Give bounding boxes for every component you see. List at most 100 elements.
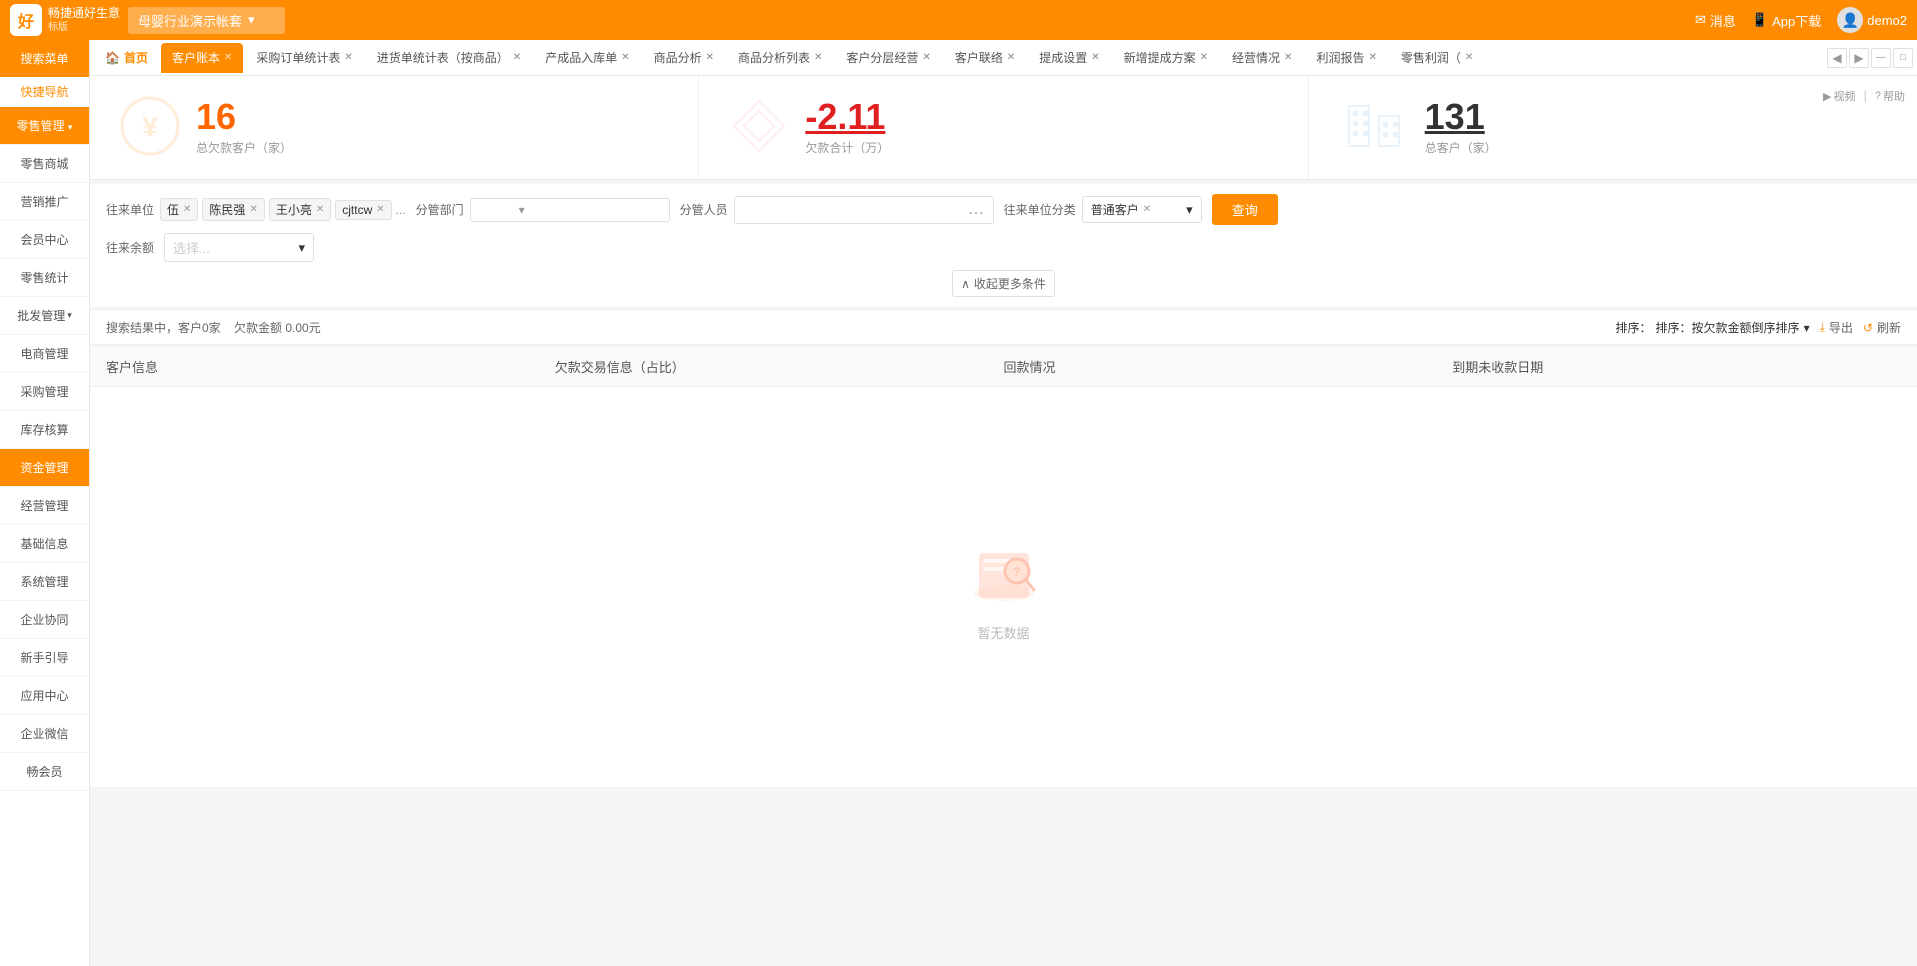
filter-bar: 往来单位 伍 ✕ 陈民强 ✕ 王小亮: [90, 184, 1917, 307]
collapse-row: ∧ 收起更多条件: [106, 270, 1901, 297]
tab-prev-button[interactable]: ◀: [1827, 48, 1847, 68]
staff-filter-label: 分管人员: [680, 201, 728, 218]
svg-text:?: ?: [1013, 565, 1020, 579]
sidebar-item-vip[interactable]: 畅会员: [0, 753, 89, 791]
tab-purchase-order[interactable]: 采购订单统计表 ✕: [245, 43, 363, 73]
sidebar-item-purchase[interactable]: 采购管理: [0, 373, 89, 411]
user-avatar-button[interactable]: 👤 demo2: [1837, 7, 1907, 33]
empty-illustration: ?: [959, 533, 1049, 613]
staff-select[interactable]: ...: [734, 196, 994, 224]
tab-product-analysis-list[interactable]: 商品分析列表 ✕: [727, 43, 833, 73]
sidebar-item-app-center[interactable]: 应用中心: [0, 677, 89, 715]
unit-tag-chen-close[interactable]: ✕: [249, 204, 257, 215]
tab-close-purchase[interactable]: ✕: [344, 52, 352, 63]
tab-customer-contact[interactable]: 客户联络 ✕: [944, 43, 1026, 73]
chevron-right-icon: ▾: [67, 310, 72, 321]
unit-tag-wu-close[interactable]: ✕: [183, 204, 191, 215]
results-info: 搜索结果中，客户0家 欠款金额 0.00元: [106, 319, 321, 336]
app-download-button[interactable]: 📱 App下载: [1752, 11, 1821, 30]
sidebar-item-inventory[interactable]: 库存核算: [0, 411, 89, 449]
help-button[interactable]: ? 帮助: [1875, 88, 1905, 104]
tab-promotion-settings[interactable]: 提成设置 ✕: [1028, 43, 1110, 73]
stat-value-area-3: 131 总客户（家）: [1425, 99, 1497, 156]
export-icon: ⤓: [1820, 320, 1825, 335]
category-select[interactable]: 普通客户 ✕ ▾: [1082, 196, 1202, 223]
account-name: 母婴行业演示帐套: [138, 11, 242, 30]
tab-inbound-stats[interactable]: 进货单统计表（按商品） ✕: [366, 43, 532, 73]
tab-new-promotion[interactable]: 新增提成方案 ✕: [1113, 43, 1219, 73]
stat-helpers: ▶ 视频 | ? 帮助: [1823, 88, 1905, 104]
sidebar-fast-nav[interactable]: 快捷导航: [0, 77, 89, 107]
sidebar-item-system[interactable]: 系统管理: [0, 563, 89, 601]
tab-product-analysis[interactable]: 商品分析 ✕: [643, 43, 725, 73]
refresh-button[interactable]: ↺ 刷新: [1863, 319, 1901, 336]
tab-profit-report[interactable]: 利润报告 ✕: [1305, 43, 1387, 73]
sidebar-item-member[interactable]: 会员中心: [0, 221, 89, 259]
tab-close-new-promotion[interactable]: ✕: [1200, 52, 1208, 63]
stat-value-area-1: 16 总欠款客户（家）: [196, 99, 292, 156]
unit-tag-wang-close[interactable]: ✕: [316, 204, 324, 215]
category-filter-label: 往来单位分类: [1004, 201, 1076, 218]
tab-close-retail[interactable]: ✕: [1465, 52, 1473, 63]
tab-close-product[interactable]: ✕: [706, 52, 714, 63]
stat-icon-diamond: [729, 96, 789, 156]
dept-select[interactable]: ▾: [470, 198, 670, 222]
category-filter-group: 往来单位分类 普通客户 ✕ ▾: [1004, 196, 1202, 223]
sidebar-item-marketing[interactable]: 营销推广: [0, 183, 89, 221]
tab-close-product-list[interactable]: ✕: [814, 52, 822, 63]
sidebar-item-wholesale[interactable]: 批发管理 ▾: [0, 297, 89, 335]
staff-dots[interactable]: ...: [968, 201, 984, 219]
tab-close-profit[interactable]: ✕: [1368, 52, 1376, 63]
tab-minimize-button[interactable]: —: [1871, 48, 1891, 68]
category-tag-close[interactable]: ✕: [1143, 204, 1151, 215]
tab-close-contact[interactable]: ✕: [1007, 52, 1015, 63]
sidebar-item-operation[interactable]: 经营管理: [0, 487, 89, 525]
sidebar-item-enterprise-coop[interactable]: 企业协同: [0, 601, 89, 639]
tab-next-button[interactable]: ▶: [1849, 48, 1869, 68]
unit-more-button[interactable]: ...: [396, 203, 406, 217]
tab-customer-segment[interactable]: 客户分层经营 ✕: [835, 43, 941, 73]
sidebar-item-basic-info[interactable]: 基础信息: [0, 525, 89, 563]
tab-maximize-button[interactable]: □: [1893, 48, 1913, 68]
sidebar-item-fund[interactable]: 资金管理: [0, 449, 89, 487]
sort-arrow-icon: ▾: [1804, 321, 1810, 335]
stat-value-area-2: -2.11 欠款合计（万）: [805, 99, 889, 156]
video-help-button[interactable]: ▶ 视频: [1823, 88, 1855, 104]
tab-close-segment[interactable]: ✕: [922, 52, 930, 63]
stat-overdue-amount: -2.11 欠款合计（万）: [699, 76, 1308, 179]
logo-icon: 好: [10, 4, 42, 36]
overdue-amount-label: 欠款合计（万）: [805, 139, 889, 156]
export-button[interactable]: ⤓ 导出: [1820, 319, 1853, 336]
total-customers-value: 131: [1425, 99, 1497, 135]
tab-close-cost[interactable]: ✕: [621, 52, 629, 63]
tab-cost-inbound[interactable]: 产成品入库单 ✕: [534, 43, 640, 73]
tab-home[interactable]: 🏠 首页: [94, 43, 159, 73]
tab-customer-accounts[interactable]: 客户账本 ✕: [161, 43, 243, 73]
tab-close-business[interactable]: ✕: [1284, 52, 1292, 63]
tab-close-inbound[interactable]: ✕: [513, 52, 521, 63]
stat-icon-building: [1339, 96, 1409, 156]
balance-select[interactable]: 选择... ▾: [164, 233, 314, 262]
tab-retail-profit[interactable]: 零售利润（ ✕: [1390, 43, 1484, 73]
sidebar-item-new-guide[interactable]: 新手引导: [0, 639, 89, 677]
tab-close-promotion[interactable]: ✕: [1091, 52, 1099, 63]
tab-close-customer-accounts[interactable]: ✕: [224, 52, 232, 63]
sort-select[interactable]: 排序： 排序：按欠款金额倒序排序 ▾: [1616, 319, 1810, 336]
query-button[interactable]: 查询: [1212, 194, 1278, 225]
message-label: 消息: [1710, 11, 1736, 30]
sidebar-item-retail-management[interactable]: 零售管理 ▾: [0, 107, 89, 145]
collapse-button[interactable]: ∧ 收起更多条件: [952, 270, 1055, 297]
table-header: 客户信息 欠款交易信息（占比） 回款情况 到期未收款日期: [90, 347, 1917, 387]
logo-text: 畅捷通好生意 标版: [48, 6, 120, 35]
sidebar-item-ecommerce[interactable]: 电商管理: [0, 335, 89, 373]
message-button[interactable]: ✉ 消息: [1695, 11, 1736, 30]
sidebar-search[interactable]: 搜索菜单: [0, 40, 89, 77]
account-dropdown[interactable]: 母婴行业演示帐套 ▾: [128, 7, 285, 34]
tab-business-status[interactable]: 经营情况 ✕: [1221, 43, 1303, 73]
sidebar-item-retail-mall[interactable]: 零售商城: [0, 145, 89, 183]
unit-tag-cjttcw-close[interactable]: ✕: [376, 204, 384, 215]
filter-row-2: 往来余额 选择... ▾: [106, 233, 1901, 262]
sidebar-item-enterprise-wechat[interactable]: 企业微信: [0, 715, 89, 753]
sidebar-item-retail-stats[interactable]: 零售统计: [0, 259, 89, 297]
main-layout: 搜索菜单 快捷导航 零售管理 ▾ 零售商城 营销推广 会员中心 零售统计 批发管…: [0, 40, 1917, 966]
